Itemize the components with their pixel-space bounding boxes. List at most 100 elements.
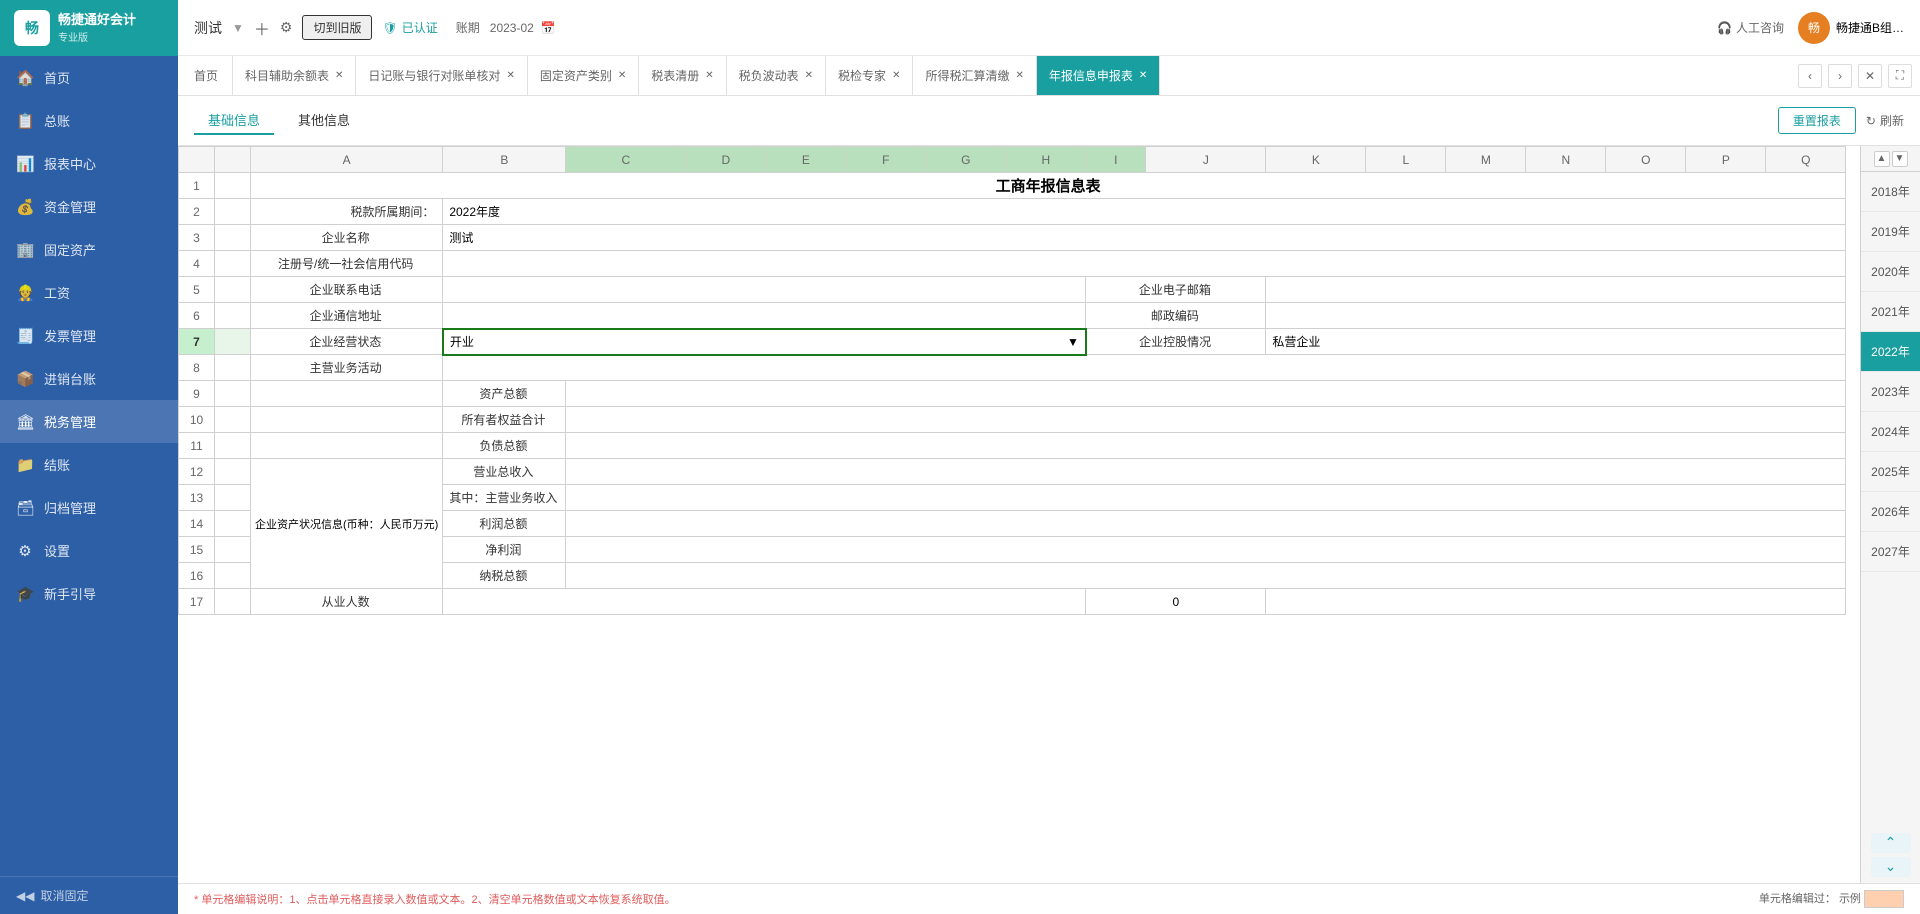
cell-6-addr-label[interactable]: 企业通信地址 — [251, 303, 443, 329]
cell-10-equity-value[interactable] — [566, 407, 1846, 433]
old-version-btn[interactable]: 切到旧版 — [302, 15, 372, 40]
sidebar-item-settings[interactable]: ⚙ 设置 — [0, 529, 178, 572]
sidebar-item-home[interactable]: 🏠 首页 — [0, 56, 178, 99]
sidebar-item-payroll[interactable]: 👷 工资 — [0, 271, 178, 314]
sidebar-item-guide[interactable]: 🎓 新手引导 — [0, 572, 178, 615]
cell-5-phone-label[interactable]: 企业联系电话 — [251, 277, 443, 303]
cell-7-status-value[interactable]: 开业 ▼ — [443, 329, 1086, 355]
refresh-btn[interactable]: ↻ 刷新 — [1866, 112, 1904, 129]
tab-home[interactable]: 首页 — [186, 56, 233, 96]
tab-tax-list[interactable]: 税表清册 ✕ — [639, 56, 726, 96]
close-tab-incometax[interactable]: ✕ — [1015, 70, 1023, 81]
tab-tax-fluctuation[interactable]: 税负波动表 ✕ — [727, 56, 826, 96]
close-tab-annual[interactable]: ✕ — [1139, 70, 1147, 81]
cell-4-value[interactable] — [443, 251, 1846, 277]
sheet-tab-basic[interactable]: 基础信息 — [194, 106, 274, 135]
cell-3-label[interactable]: 企业名称 — [251, 225, 443, 251]
cell-14-profit-label[interactable]: 利润总额 — [443, 511, 566, 537]
year-item-2025[interactable]: 2025年 — [1861, 452, 1920, 492]
sidebar-item-archive[interactable]: 🗃 归档管理 — [0, 486, 178, 529]
sidebar-item-ledger[interactable]: 📋 总账 — [0, 99, 178, 142]
col-header-B[interactable]: B — [443, 147, 566, 173]
tab-subject-balance[interactable]: 科目辅助余额表 ✕ — [233, 56, 356, 96]
cell-17-employees-label[interactable]: 从业人数 — [251, 589, 443, 615]
cell-17-employees-value[interactable]: 0 — [1086, 589, 1266, 615]
year-item-2020[interactable]: 2020年 — [1861, 252, 1920, 292]
col-header-H[interactable]: H — [1006, 147, 1086, 173]
close-tab-expert[interactable]: ✕ — [892, 70, 900, 81]
close-tab-taxfluc[interactable]: ✕ — [805, 70, 813, 81]
cell-10-equity-label[interactable]: 所有者权益合计 — [443, 407, 566, 433]
tab-fixed-assets[interactable]: 固定资产类别 ✕ — [528, 56, 639, 96]
workspace-dropdown-icon[interactable]: ▼ — [232, 21, 244, 35]
col-header-J[interactable]: J — [1146, 147, 1266, 173]
cell-15-netprofit-value[interactable] — [566, 537, 1846, 563]
sheet-tab-other[interactable]: 其他信息 — [284, 106, 364, 135]
cell-13-main-revenue-label[interactable]: 其中：主营业务收入 — [443, 485, 566, 511]
close-tab-taxlist[interactable]: ✕ — [705, 70, 713, 81]
cell-3-value[interactable]: 测试 — [443, 225, 1846, 251]
cell-16-tax-label[interactable]: 纳税总额 — [443, 563, 566, 589]
year-item-2021[interactable]: 2021年 — [1861, 292, 1920, 332]
close-all-tabs-btn[interactable]: ✕ — [1858, 64, 1882, 88]
col-header-O[interactable]: O — [1606, 147, 1686, 173]
cell-11-liab-label[interactable]: 负债总额 — [443, 433, 566, 459]
cell-2-label[interactable]: 税款所属期间： — [251, 199, 443, 225]
tab-income-tax[interactable]: 所得税汇算清缴 ✕ — [913, 56, 1036, 96]
year-scroll-up-btn[interactable]: ⌃ — [1871, 833, 1911, 853]
col-header-C[interactable]: C — [566, 147, 686, 173]
col-header-I[interactable]: I — [1086, 147, 1146, 173]
cell-6-postcode-value[interactable] — [1266, 303, 1846, 329]
cell-5-email-label[interactable]: 企业电子邮箱 — [1086, 277, 1266, 303]
close-tab-subject[interactable]: ✕ — [335, 70, 343, 81]
cell-7-stock-label[interactable]: 企业控股情况 — [1086, 329, 1266, 355]
cell-15-netprofit-label[interactable]: 净利润 — [443, 537, 566, 563]
cell-4-label[interactable]: 注册号/统一社会信用代码 — [251, 251, 443, 277]
year-item-2019[interactable]: 2019年 — [1861, 212, 1920, 252]
sidebar-item-reports[interactable]: 📊 报表中心 — [0, 142, 178, 185]
expand-tab-btn[interactable]: ⛶ — [1888, 64, 1912, 88]
tab-tax-expert[interactable]: 税检专家 ✕ — [826, 56, 913, 96]
cell-7-status-label[interactable]: 企业经营状态 — [251, 329, 443, 355]
col-header-M[interactable]: M — [1446, 147, 1526, 173]
cell-title[interactable]: 工商年报信息表 — [251, 173, 1846, 199]
next-tab-btn[interactable]: › — [1828, 64, 1852, 88]
col-header-K[interactable]: K — [1266, 147, 1366, 173]
cell-6-addr-value[interactable] — [443, 303, 1086, 329]
col-header-E[interactable]: E — [766, 147, 846, 173]
col-header-F[interactable]: F — [846, 147, 926, 173]
cell-5-phone-value[interactable] — [443, 277, 1086, 303]
settings-btn[interactable]: ⚙ — [280, 19, 293, 36]
sidebar-item-invoice[interactable]: 🧾 发票管理 — [0, 314, 178, 357]
cell-2-value[interactable]: 2022年度 — [443, 199, 1846, 225]
cell-16-tax-value[interactable] — [566, 563, 1846, 589]
col-header-A[interactable]: A — [251, 147, 443, 173]
col-header-D[interactable]: D — [686, 147, 766, 173]
year-item-2024[interactable]: 2024年 — [1861, 412, 1920, 452]
col-header-N[interactable]: N — [1526, 147, 1606, 173]
col-header-G[interactable]: G — [926, 147, 1006, 173]
cell-7-stock-value[interactable]: 私营企业 — [1266, 329, 1846, 355]
tab-journal-reconcile[interactable]: 日记账与银行对账单核对 ✕ — [356, 56, 527, 96]
add-workspace-btn[interactable]: ＋ — [254, 16, 270, 40]
dropdown-arrow-icon[interactable]: ▼ — [1067, 335, 1079, 349]
year-panel-down-btn[interactable]: ▼ — [1892, 151, 1908, 167]
close-tab-journal[interactable]: ✕ — [506, 70, 514, 81]
year-item-2027[interactable]: 2027年 — [1861, 532, 1920, 572]
col-header-P[interactable]: P — [1686, 147, 1766, 173]
service-btn[interactable]: 🎧 人工咨询 — [1717, 19, 1784, 36]
year-item-2023[interactable]: 2023年 — [1861, 372, 1920, 412]
col-header-Q[interactable]: Q — [1766, 147, 1846, 173]
cell-12-revenue-value[interactable] — [566, 459, 1846, 485]
cell-12-revenue-label[interactable]: 营业总收入 — [443, 459, 566, 485]
sidebar-item-close[interactable]: 📁 结账 — [0, 443, 178, 486]
year-scroll-down-btn[interactable]: ⌄ — [1871, 857, 1911, 877]
reset-report-btn[interactable]: 重置报表 — [1778, 107, 1856, 134]
cell-9-assets-label[interactable]: 资产总额 — [443, 381, 566, 407]
col-header-L[interactable]: L — [1366, 147, 1446, 173]
year-item-2018[interactable]: 2018年 — [1861, 172, 1920, 212]
year-item-2022[interactable]: 2022年 — [1861, 332, 1920, 372]
tab-annual-report[interactable]: 年报信息申报表 ✕ — [1037, 56, 1160, 96]
cell-6-postcode-label[interactable]: 邮政编码 — [1086, 303, 1266, 329]
cell-11-liab-value[interactable] — [566, 433, 1846, 459]
